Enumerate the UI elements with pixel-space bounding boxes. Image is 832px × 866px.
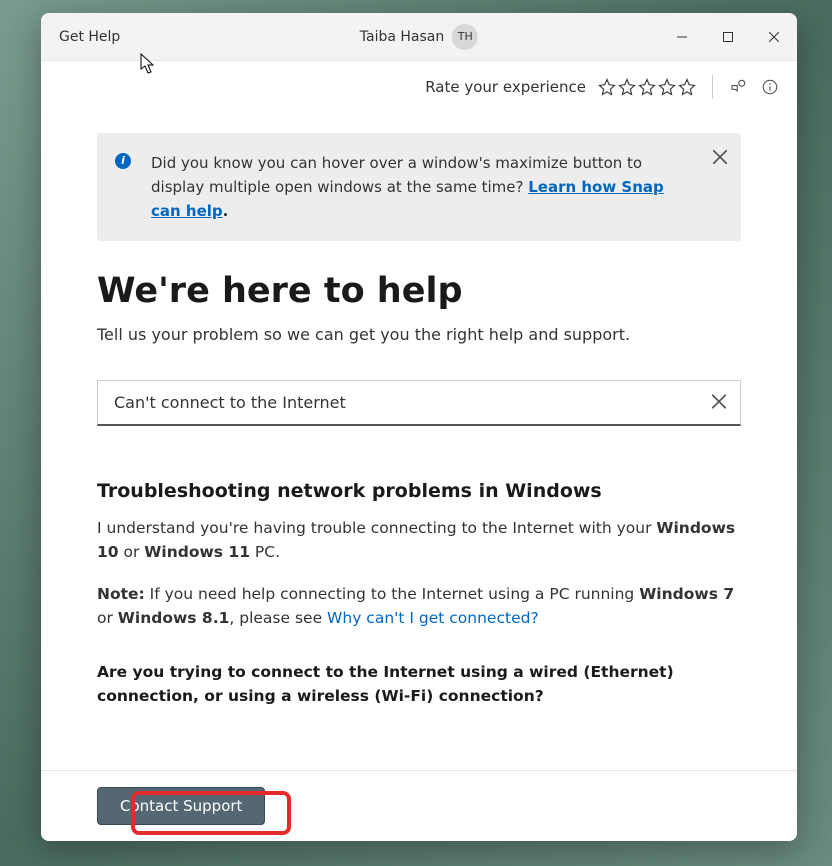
page-title: We're here to help: [97, 271, 741, 311]
star-4[interactable]: [658, 78, 676, 96]
titlebar: Get Help Taiba Hasan TH: [41, 13, 797, 61]
rating-stars: [598, 78, 696, 96]
get-help-window: Get Help Taiba Hasan TH Rate your experi…: [41, 13, 797, 841]
follow-up-question: Are you trying to connect to the Interne…: [97, 660, 741, 708]
why-cant-connect-link[interactable]: Why can't I get connected?: [327, 609, 539, 627]
tip-info-icon: i: [115, 153, 131, 169]
rate-label: Rate your experience: [425, 78, 586, 96]
close-icon: [713, 150, 727, 164]
star-1[interactable]: [598, 78, 616, 96]
tip-close-button[interactable]: [713, 147, 727, 171]
tip-banner: i Did you know you can hover over a wind…: [97, 133, 741, 241]
search-box[interactable]: [97, 380, 741, 426]
page-subtitle: Tell us your problem so we can get you t…: [97, 325, 741, 344]
info-icon[interactable]: [761, 78, 779, 96]
footer: Contact Support: [41, 771, 797, 841]
star-5[interactable]: [678, 78, 696, 96]
app-title: Get Help: [41, 29, 120, 45]
clear-icon: [712, 394, 726, 408]
maximize-icon: [723, 32, 733, 42]
content-area: i Did you know you can hover over a wind…: [41, 113, 797, 770]
user-name: Taiba Hasan: [360, 29, 444, 45]
user-account[interactable]: Taiba Hasan TH: [360, 24, 478, 50]
result-title: Troubleshooting network problems in Wind…: [97, 480, 741, 502]
star-2[interactable]: [618, 78, 636, 96]
toolbar: Rate your experience: [41, 61, 797, 113]
result-paragraph-1: I understand you're having trouble conne…: [97, 516, 741, 564]
minimize-button[interactable]: [659, 19, 705, 55]
close-icon: [769, 32, 779, 42]
window-controls: [659, 19, 797, 55]
close-button[interactable]: [751, 19, 797, 55]
search-clear-button[interactable]: [712, 393, 726, 412]
avatar: TH: [452, 24, 478, 50]
tip-text-after: .: [223, 202, 229, 220]
feedback-icon[interactable]: [729, 78, 747, 96]
toolbar-divider: [712, 75, 713, 99]
minimize-icon: [677, 32, 687, 42]
star-3[interactable]: [638, 78, 656, 96]
maximize-button[interactable]: [705, 19, 751, 55]
contact-support-button[interactable]: Contact Support: [97, 787, 265, 825]
search-input[interactable]: [114, 393, 692, 412]
result-paragraph-2: Note: If you need help connecting to the…: [97, 582, 741, 630]
